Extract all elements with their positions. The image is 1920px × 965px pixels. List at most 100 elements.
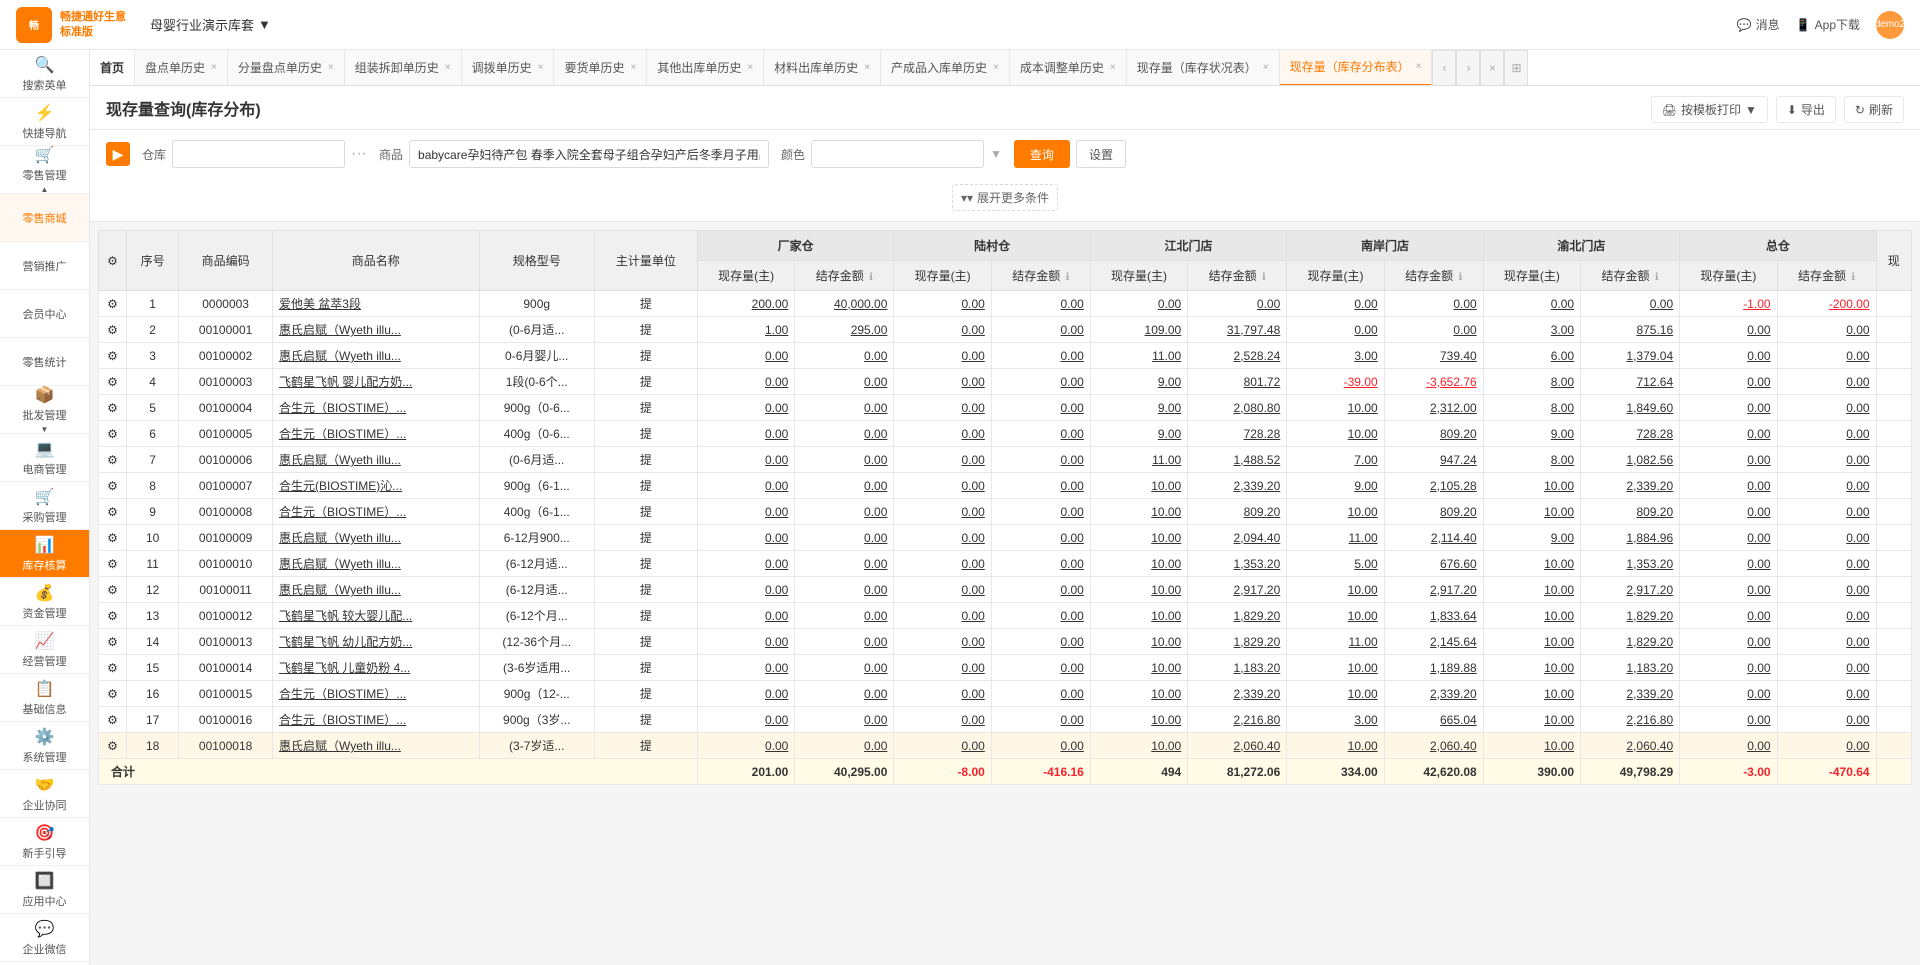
tab-stock-status[interactable]: 现存量（库存状况表） × <box>1127 50 1280 86</box>
tab-home[interactable]: 首页 <box>90 50 135 86</box>
row-yubei-qty[interactable]: 10.00 <box>1483 473 1580 499</box>
set-btn[interactable]: 设置 <box>1076 140 1126 168</box>
row-yubei-qty[interactable]: 10.00 <box>1483 629 1580 655</box>
gear-header[interactable]: ⚙ <box>99 231 127 291</box>
row-gear[interactable]: ⚙ <box>99 655 127 681</box>
row-gear[interactable]: ⚙ <box>99 291 127 317</box>
row-lvcun-qty[interactable]: 0.00 <box>894 707 991 733</box>
tab-split-stocktake[interactable]: 分量盘点单历史 × <box>228 50 345 86</box>
sidebar-item-finance[interactable]: 💰 资金管理 <box>0 578 89 626</box>
row-factory-qty[interactable]: 1.00 <box>697 317 794 343</box>
row-gear[interactable]: ⚙ <box>99 525 127 551</box>
tab-close-all-btn[interactable]: × <box>1480 50 1504 86</box>
row-jiangbei-qty[interactable]: 0.00 <box>1090 291 1187 317</box>
row-gear[interactable]: ⚙ <box>99 369 127 395</box>
row-gear[interactable]: ⚙ <box>99 577 127 603</box>
row-nanan-qty[interactable]: 0.00 <box>1287 317 1384 343</box>
row-factory-qty[interactable]: 0.00 <box>697 603 794 629</box>
tab-cost-adjust[interactable]: 成本调整单历史 × <box>1010 50 1127 86</box>
warehouse-input[interactable] <box>172 140 345 168</box>
tab-close-4[interactable]: × <box>538 62 544 73</box>
row-name[interactable]: 爱他美 盆萃3段 <box>272 291 479 317</box>
row-lvcun-qty[interactable]: 0.00 <box>894 551 991 577</box>
tab-product-in[interactable]: 产成品入库单历史 × <box>881 50 1010 86</box>
row-nanan-qty[interactable]: 10.00 <box>1287 395 1384 421</box>
query-btn[interactable]: 查询 <box>1014 140 1070 168</box>
row-total-qty[interactable]: 0.00 <box>1680 369 1777 395</box>
row-lvcun-qty[interactable]: 0.00 <box>894 499 991 525</box>
row-total-qty[interactable]: 0.00 <box>1680 525 1777 551</box>
expand-btn[interactable]: ▶ <box>106 142 130 166</box>
row-nanan-qty[interactable]: 0.00 <box>1287 291 1384 317</box>
row-gear[interactable]: ⚙ <box>99 473 127 499</box>
row-jiangbei-qty[interactable]: 10.00 <box>1090 655 1187 681</box>
color-dropdown-icon[interactable]: ▼ <box>990 147 1002 161</box>
row-lvcun-qty[interactable]: 0.00 <box>894 369 991 395</box>
row-nanan-qty[interactable]: 10.00 <box>1287 421 1384 447</box>
yubei-amt-info[interactable]: ℹ <box>1655 272 1659 283</box>
row-gear[interactable]: ⚙ <box>99 551 127 577</box>
row-gear[interactable]: ⚙ <box>99 707 127 733</box>
row-yubei-qty[interactable]: 10.00 <box>1483 733 1580 759</box>
jiangbei-amt-info[interactable]: ℹ <box>1262 272 1266 283</box>
row-gear[interactable]: ⚙ <box>99 681 127 707</box>
row-jiangbei-qty[interactable]: 9.00 <box>1090 395 1187 421</box>
row-nanan-qty[interactable]: 5.00 <box>1287 551 1384 577</box>
row-jiangbei-qty[interactable]: 10.00 <box>1090 551 1187 577</box>
row-nanan-qty[interactable]: 7.00 <box>1287 447 1384 473</box>
row-name[interactable]: 飞鹤星飞帆 幼儿配方奶... <box>272 629 479 655</box>
sidebar-item-inventory[interactable]: 📊 库存核算 <box>0 530 89 578</box>
row-total-qty[interactable]: 0.00 <box>1680 395 1777 421</box>
row-nanan-qty[interactable]: 9.00 <box>1287 473 1384 499</box>
row-name[interactable]: 合生元（BIOSTIME）... <box>272 395 479 421</box>
row-gear[interactable]: ⚙ <box>99 733 127 759</box>
row-factory-qty[interactable]: 0.00 <box>697 629 794 655</box>
row-name[interactable]: 飞鹤星飞帆 儿童奶粉 4... <box>272 655 479 681</box>
row-factory-qty[interactable]: 0.00 <box>697 655 794 681</box>
factory-amt-info[interactable]: ℹ <box>869 272 873 283</box>
sidebar-item-guide[interactable]: 🎯 新手引导 <box>0 818 89 866</box>
row-factory-qty[interactable]: 0.00 <box>697 421 794 447</box>
row-lvcun-qty[interactable]: 0.00 <box>894 603 991 629</box>
row-gear[interactable]: ⚙ <box>99 603 127 629</box>
row-factory-qty[interactable]: 0.00 <box>697 733 794 759</box>
row-jiangbei-qty[interactable]: 10.00 <box>1090 577 1187 603</box>
message-btn[interactable]: 💬 消息 <box>1737 16 1780 33</box>
row-lvcun-qty[interactable]: 0.00 <box>894 421 991 447</box>
row-name[interactable]: 合生元（BIOSTIME）... <box>272 707 479 733</box>
tab-next-btn[interactable]: › <box>1456 50 1480 86</box>
row-lvcun-qty[interactable]: 0.00 <box>894 629 991 655</box>
row-factory-qty[interactable]: 0.00 <box>697 681 794 707</box>
row-total-qty[interactable]: 0.00 <box>1680 343 1777 369</box>
row-nanan-qty[interactable]: 3.00 <box>1287 343 1384 369</box>
row-jiangbei-qty[interactable]: 10.00 <box>1090 473 1187 499</box>
goods-input[interactable] <box>409 140 769 168</box>
row-yubei-qty[interactable]: 10.00 <box>1483 577 1580 603</box>
sidebar-item-member[interactable]: 会员中心 <box>0 290 89 338</box>
row-total-qty[interactable]: 0.00 <box>1680 629 1777 655</box>
row-total-qty[interactable]: 0.00 <box>1680 577 1777 603</box>
sidebar-item-system[interactable]: ⚙️ 系统管理 <box>0 722 89 770</box>
row-jiangbei-qty[interactable]: 10.00 <box>1090 499 1187 525</box>
row-factory-qty[interactable]: 0.00 <box>697 499 794 525</box>
print-template-btn[interactable]: 🖨 按模板打印 ▼ <box>1651 96 1768 123</box>
row-factory-qty[interactable]: 0.00 <box>697 551 794 577</box>
row-jiangbei-qty[interactable]: 11.00 <box>1090 447 1187 473</box>
sidebar-item-mall[interactable]: 零售商城 <box>0 194 89 242</box>
row-yubei-qty[interactable]: 8.00 <box>1483 447 1580 473</box>
tab-stocktake-history[interactable]: 盘点单历史 × <box>135 50 228 86</box>
row-gear[interactable]: ⚙ <box>99 395 127 421</box>
tab-expand-btn[interactable]: ⊞ <box>1504 50 1528 86</box>
sidebar-item-search[interactable]: 🔍 搜索英单 <box>0 50 89 98</box>
lvcun-amt-info[interactable]: ℹ <box>1066 272 1070 283</box>
row-total-qty[interactable]: 0.00 <box>1680 603 1777 629</box>
row-factory-qty[interactable]: 0.00 <box>697 369 794 395</box>
row-yubei-qty[interactable]: 10.00 <box>1483 603 1580 629</box>
row-jiangbei-qty[interactable]: 10.00 <box>1090 525 1187 551</box>
row-yubei-qty[interactable]: 9.00 <box>1483 525 1580 551</box>
row-total-qty[interactable]: 0.00 <box>1680 655 1777 681</box>
row-name[interactable]: 惠氏启赋（Wyeth illu... <box>272 733 479 759</box>
row-name[interactable]: 惠氏启赋（Wyeth illu... <box>272 577 479 603</box>
tab-requisition[interactable]: 要货单历史 × <box>554 50 647 86</box>
row-factory-qty[interactable]: 0.00 <box>697 343 794 369</box>
